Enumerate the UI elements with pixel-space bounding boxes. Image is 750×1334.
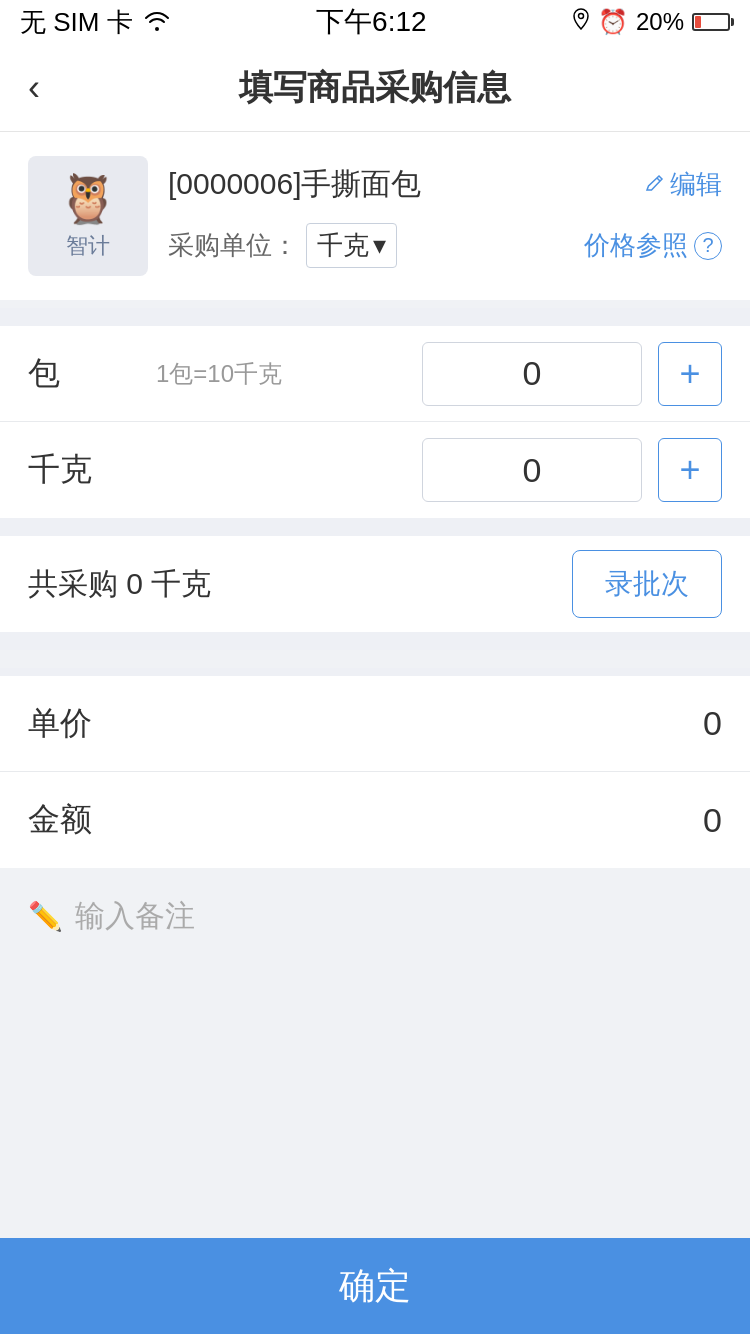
amount-value: 0 xyxy=(703,801,722,840)
notes-section[interactable]: ✏️ 输入备注 xyxy=(0,868,750,964)
owl-icon: 🦉 xyxy=(58,171,118,227)
kg-label: 千克 xyxy=(28,448,148,492)
wifi-icon xyxy=(143,7,171,38)
unit-price-value: 0 xyxy=(703,704,722,743)
help-icon: ? xyxy=(694,232,722,260)
empty-area xyxy=(0,964,750,1264)
section-divider-2 xyxy=(0,526,750,536)
unit-price-label: 单价 xyxy=(28,702,92,746)
pencil-icon: ✏️ xyxy=(28,900,63,933)
product-top: [0000006]手撕面包 编辑 xyxy=(168,164,722,205)
confirm-button[interactable]: 确定 xyxy=(0,1238,750,1334)
unit-label: 采购单位： 千克 ▾ xyxy=(168,223,397,268)
location-icon xyxy=(572,8,590,36)
product-info: [0000006]手撕面包 编辑 采购单位： 千克 ▾ 价格参照 ? xyxy=(168,164,722,268)
amount-label: 金额 xyxy=(28,798,92,842)
status-left: 无 SIM 卡 xyxy=(20,5,171,40)
status-time: 下午6:12 xyxy=(316,3,427,41)
brand-label: 智计 xyxy=(66,231,110,261)
kg-value[interactable]: 0 xyxy=(422,438,642,502)
input-section: 包 1包=10千克 0 + 千克 0 + xyxy=(0,326,750,518)
amount-row: 金额 0 xyxy=(0,772,750,868)
price-section: 单价 0 金额 0 xyxy=(0,668,750,868)
bao-label: 包 xyxy=(28,352,148,396)
battery-percent: 20% xyxy=(636,8,684,36)
kg-input-row: 千克 0 + xyxy=(0,422,750,518)
section-divider-1 xyxy=(0,308,750,326)
record-batch-button[interactable]: 录批次 xyxy=(572,550,722,618)
kg-plus-button[interactable]: + xyxy=(658,438,722,502)
page-title: 填写商品采购信息 xyxy=(239,65,511,111)
nav-bar: ‹ 填写商品采购信息 xyxy=(0,44,750,132)
edit-button[interactable]: 编辑 xyxy=(644,167,722,202)
bao-sublabel: 1包=10千克 xyxy=(156,358,282,390)
alarm-icon: ⏰ xyxy=(598,8,628,36)
section-divider-3 xyxy=(0,632,750,650)
carrier-text: 无 SIM 卡 xyxy=(20,5,133,40)
product-meta: 采购单位： 千克 ▾ 价格参照 ? xyxy=(168,223,722,268)
bao-value[interactable]: 0 xyxy=(422,342,642,406)
bao-plus-button[interactable]: + xyxy=(658,342,722,406)
product-image: 🦉 智计 xyxy=(28,156,148,276)
notes-placeholder: 输入备注 xyxy=(75,896,195,937)
back-button[interactable]: ‹ xyxy=(28,67,40,109)
status-bar: 无 SIM 卡 下午6:12 ⏰ 20% xyxy=(0,0,750,44)
battery-icon xyxy=(692,13,730,31)
chevron-down-icon: ▾ xyxy=(373,230,386,261)
bao-input-row: 包 1包=10千克 0 + xyxy=(0,326,750,422)
summary-text: 共采购 0 千克 xyxy=(28,564,211,605)
unit-select[interactable]: 千克 ▾ xyxy=(306,223,397,268)
summary-row: 共采购 0 千克 录批次 xyxy=(0,536,750,632)
status-right: ⏰ 20% xyxy=(572,8,730,36)
svg-point-0 xyxy=(578,14,583,19)
summary-section: 共采购 0 千克 录批次 xyxy=(0,518,750,632)
unit-price-row: 单价 0 xyxy=(0,676,750,772)
product-card: 🦉 智计 [0000006]手撕面包 编辑 采购单位： 千克 ▾ xyxy=(0,132,750,308)
price-reference-button[interactable]: 价格参照 ? xyxy=(584,228,722,263)
product-name: [0000006]手撕面包 xyxy=(168,164,644,205)
